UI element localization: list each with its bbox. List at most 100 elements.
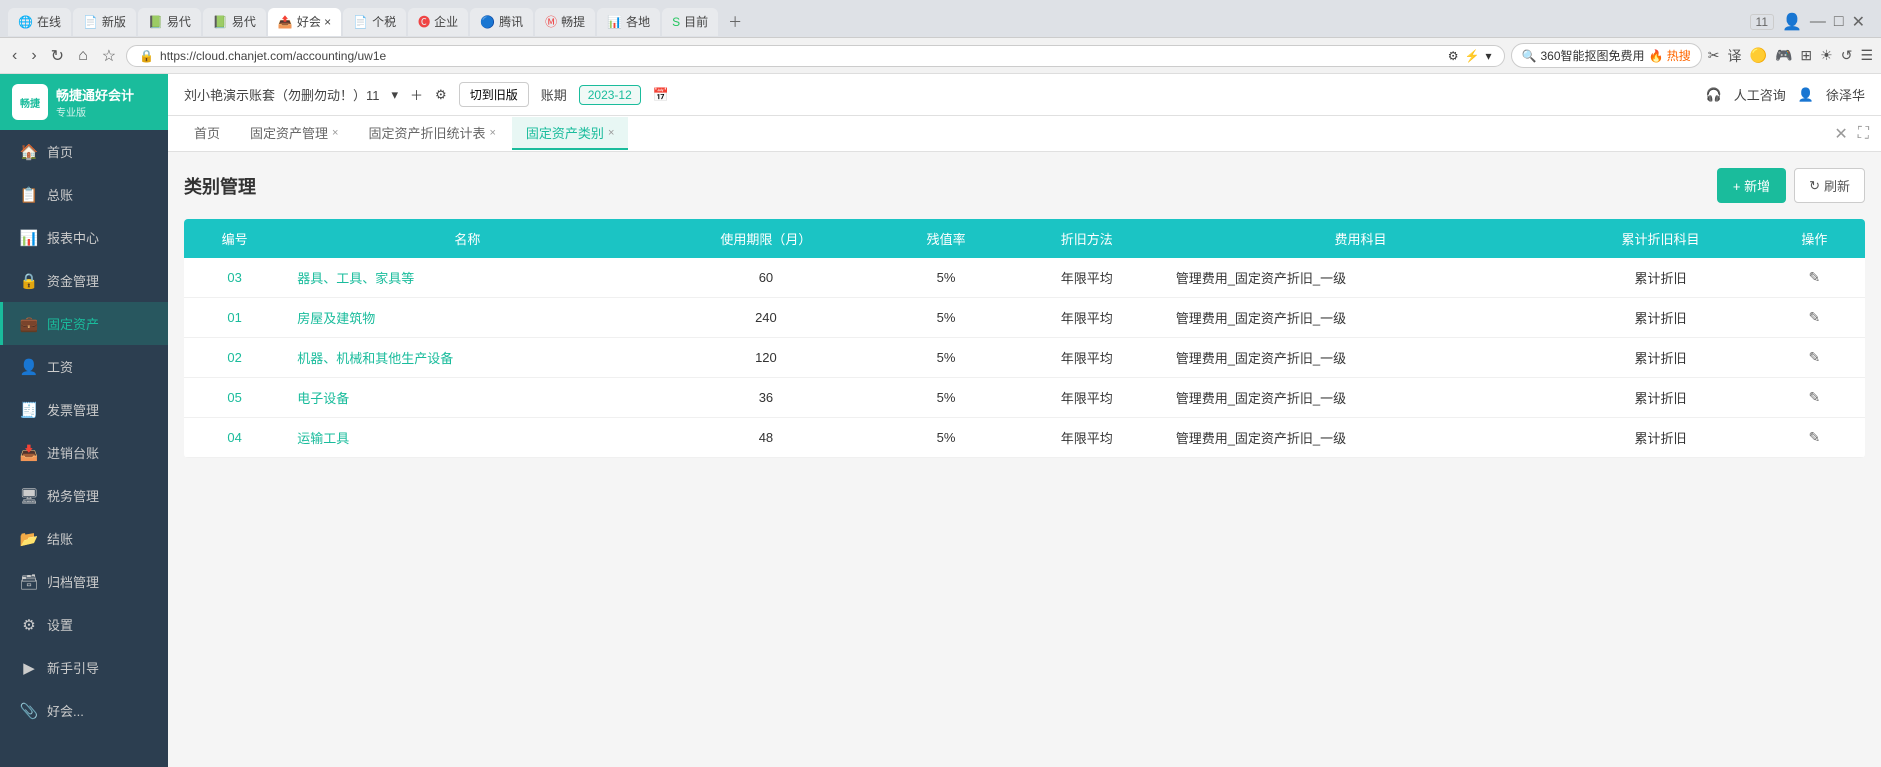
browser-minimize-icon[interactable]: — (1810, 13, 1826, 31)
browser-tab-haohui[interactable]: 📤 好会 × (268, 8, 341, 36)
cell-id: 04 (184, 418, 285, 458)
sidebar-item-fixed-assets[interactable]: 💼 固定资产 (0, 302, 168, 345)
sidebar-item-invoice[interactable]: 🧾 发票管理 (0, 388, 168, 431)
lock-icon: 🔒 (139, 49, 154, 63)
cell-action[interactable]: ✎ (1764, 378, 1865, 418)
calendar-icon[interactable]: 📅 (653, 87, 669, 103)
search-text: 360智能抠图免费用 (1540, 47, 1644, 64)
refresh-button[interactable]: ↻ 刷新 (1794, 168, 1865, 203)
cell-name: 机器、机械和其他生产设备 (285, 338, 649, 378)
browser-close-icon[interactable]: ✕ (1852, 12, 1865, 32)
new-tab-icon[interactable]: ＋ (728, 12, 742, 32)
theme-icon[interactable]: ☀ (1820, 47, 1833, 64)
user-account-name: 刘小艳演示账套（勿删勿动！）11 (184, 85, 380, 104)
cell-action[interactable]: ✎ (1764, 418, 1865, 458)
browser-maximize-icon[interactable]: □ (1834, 13, 1844, 31)
browser-tab-changtí[interactable]: Ⓜ 畅提 (535, 8, 595, 36)
sidebar-item-more[interactable]: 📎 好会... (0, 689, 168, 732)
cell-id: 02 (184, 338, 285, 378)
sidebar-item-settings[interactable]: ⚙ 设置 (0, 603, 168, 646)
browser-tab-qiye[interactable]: 🅒 企业 (408, 8, 468, 36)
browser-tab-geshui[interactable]: 📄 个税 (343, 8, 406, 36)
home-button[interactable]: ⌂ (74, 45, 92, 67)
expand-icon[interactable]: ▾ (1486, 49, 1492, 63)
period-value: 2023-12 (579, 85, 641, 105)
cut-icon[interactable]: ✂ (1708, 47, 1720, 64)
site-settings-icon[interactable]: ⚙ (1448, 49, 1459, 63)
sidebar-item-home[interactable]: 🏠 首页 (0, 130, 168, 173)
browser-tab-muqian[interactable]: S 目前 (662, 8, 718, 36)
browser-tab-new[interactable]: 📄 新版 (73, 8, 136, 36)
browser-tab-gedi[interactable]: 📊 各地 (597, 8, 660, 36)
sidebar-item-salary[interactable]: 👤 工资 (0, 345, 168, 388)
edit-button[interactable]: ✎ (1808, 269, 1820, 286)
app-header: 刘小艳演示账套（勿删勿动！）11 ▾ ＋ ⚙ 切到旧版 账期 2023-12 📅… (168, 74, 1881, 116)
browser-tab-yidai2[interactable]: 📗 易代 (203, 8, 266, 36)
purchase-icon: 📥 (19, 444, 39, 462)
back-button[interactable]: ‹ (8, 45, 21, 67)
sidebar-item-purchase[interactable]: 📥 进销台账 (0, 431, 168, 474)
close-tab-fixed-assets-mgmt[interactable]: × (332, 127, 338, 139)
browser-tab-online[interactable]: 🌐 在线 (8, 8, 71, 36)
forward-button[interactable]: › (27, 45, 40, 67)
table-row: 01 房屋及建筑物 240 5% 年限平均 管理费用_固定资产折旧_一级 累计折… (184, 298, 1865, 338)
history-icon[interactable]: ↺ (1841, 47, 1853, 64)
cell-period: 60 (650, 258, 883, 298)
tab-close-all-icon[interactable]: ✕ (1834, 124, 1847, 144)
cell-action[interactable]: ✎ (1764, 258, 1865, 298)
browser-tab-yidai1[interactable]: 📗 易代 (138, 8, 201, 36)
tab-count-badge: 11 (1750, 14, 1774, 30)
home-icon: 🏠 (19, 143, 39, 161)
sidebar-item-label-tax: 税务管理 (47, 486, 99, 505)
grid-icon[interactable]: ⊞ (1800, 47, 1812, 64)
switch-to-old-btn[interactable]: 切到旧版 (459, 82, 529, 107)
content-tab-category[interactable]: 固定资产类别 × (512, 117, 628, 150)
close-tab-category[interactable]: × (608, 127, 614, 139)
sidebar-item-archive[interactable]: 🗃 归档管理 (0, 560, 168, 603)
edit-button[interactable]: ✎ (1808, 429, 1820, 446)
support-label[interactable]: 人工咨询 (1734, 85, 1786, 104)
sidebar-logo: 畅捷 (12, 84, 48, 120)
url-bar[interactable]: 🔒 https://cloud.chanjet.com/accounting/u… (126, 45, 1504, 67)
finance-icon: 🔒 (19, 272, 39, 290)
browser-profile-icon[interactable]: 👤 (1782, 12, 1802, 32)
sidebar-item-reports[interactable]: 📊 报表中心 (0, 216, 168, 259)
browser-tab-tengxun[interactable]: 🔵 腾讯 (470, 8, 533, 36)
content-tab-fixed-assets-mgmt[interactable]: 固定资产管理 × (236, 117, 352, 150)
content-tab-home[interactable]: 首页 (180, 117, 234, 150)
hot-label: 🔥 热搜 (1649, 47, 1691, 64)
cell-name: 电子设备 (285, 378, 649, 418)
cell-action[interactable]: ✎ (1764, 298, 1865, 338)
sidebar-item-tax[interactable]: 🖥 税务管理 (0, 474, 168, 517)
sidebar-item-ledger[interactable]: 📋 总账 (0, 173, 168, 216)
cell-residual: 5% (882, 338, 1010, 378)
tab-fullscreen-icon[interactable]: ⛶ (1858, 125, 1869, 143)
game-icon[interactable]: 🎮 (1775, 47, 1792, 64)
cell-action[interactable]: ✎ (1764, 338, 1865, 378)
search-bar[interactable]: 🔍 360智能抠图免费用 🔥 热搜 (1511, 43, 1702, 68)
sidebar-item-finance[interactable]: 🔒 资金管理 (0, 259, 168, 302)
sidebar-item-closing[interactable]: 📂 结账 (0, 517, 168, 560)
add-category-button[interactable]: + 新增 (1717, 168, 1786, 203)
sidebar-item-guide[interactable]: ▶ 新手引导 (0, 646, 168, 689)
translate-icon[interactable]: 译 (1728, 46, 1742, 66)
col-period: 使用期限（月） (650, 219, 883, 258)
dropdown-arrow-icon[interactable]: ▾ (392, 87, 399, 103)
lightning-icon[interactable]: ⚡ (1465, 49, 1480, 63)
bookmark-button[interactable]: ☆ (98, 44, 120, 68)
content-tab-depreciation-table[interactable]: 固定资产折旧统计表 × (354, 117, 509, 150)
edit-button[interactable]: ✎ (1808, 389, 1820, 406)
cell-accumulated: 累计折旧 (1557, 418, 1763, 458)
cell-id: 05 (184, 378, 285, 418)
refresh-icon: ↻ (1809, 178, 1820, 194)
edit-button[interactable]: ✎ (1808, 309, 1820, 326)
reload-button[interactable]: ↻ (47, 44, 68, 68)
cell-accumulated: 累计折旧 (1557, 378, 1763, 418)
menu-icon[interactable]: ☰ (1860, 47, 1873, 64)
wallet-icon[interactable]: 🟡 (1750, 47, 1767, 64)
plus-icon[interactable]: ＋ (410, 85, 423, 104)
settings-icon-header[interactable]: ⚙ (435, 87, 447, 103)
reports-icon: 📊 (19, 229, 39, 247)
close-tab-depreciation[interactable]: × (489, 127, 495, 139)
edit-button[interactable]: ✎ (1808, 349, 1820, 366)
